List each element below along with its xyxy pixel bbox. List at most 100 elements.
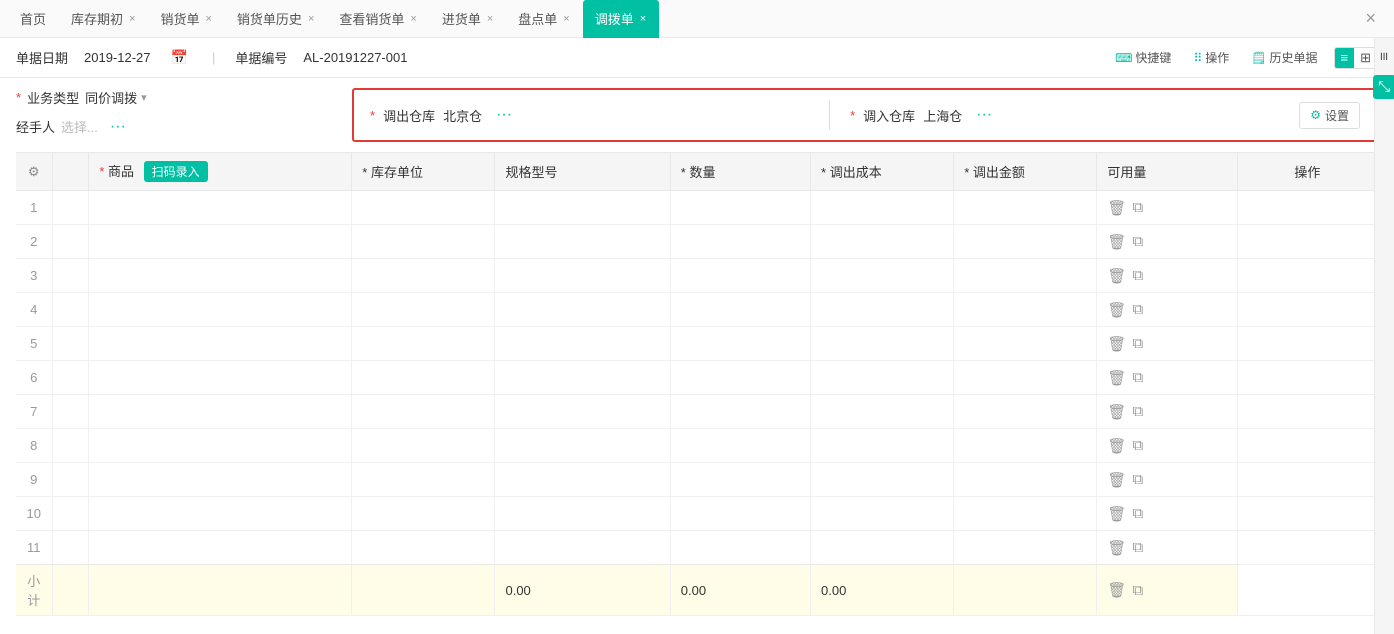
tab-view-sales[interactable]: 查看销货单 × bbox=[327, 0, 429, 38]
subtotal-delete-icon[interactable]: 🗑 bbox=[1107, 581, 1126, 599]
operation-btn[interactable]: ⠿ 操作 bbox=[1187, 46, 1235, 69]
row-product[interactable] bbox=[52, 293, 89, 327]
tab-close-transfer[interactable]: × bbox=[640, 13, 646, 25]
row-cost[interactable] bbox=[670, 225, 810, 259]
row-unit[interactable] bbox=[89, 327, 352, 361]
tab-sales-history[interactable]: 销货单历史 × bbox=[225, 0, 327, 38]
copy-icon[interactable]: ⧉ bbox=[1132, 199, 1143, 216]
row-amount[interactable] bbox=[811, 395, 954, 429]
delete-icon[interactable]: 🗑 bbox=[1107, 437, 1126, 455]
row-product[interactable] bbox=[52, 429, 89, 463]
calendar-icon[interactable]: 📅 bbox=[171, 49, 188, 66]
tab-close-sales-history[interactable]: × bbox=[308, 13, 314, 25]
row-qty[interactable] bbox=[495, 259, 670, 293]
scan-btn[interactable]: 扫码录入 bbox=[144, 161, 208, 182]
copy-icon[interactable]: ⧉ bbox=[1132, 539, 1143, 556]
subtotal-copy-icon[interactable]: ⧉ bbox=[1132, 582, 1143, 599]
out-warehouse-more-btn[interactable]: ··· bbox=[496, 106, 512, 124]
row-spec[interactable] bbox=[352, 497, 495, 531]
delete-icon[interactable]: 🗑 bbox=[1107, 539, 1126, 557]
settings-btn[interactable]: ⚙ 设置 bbox=[1299, 102, 1360, 129]
copy-icon[interactable]: ⧉ bbox=[1132, 505, 1143, 522]
row-spec[interactable] bbox=[352, 463, 495, 497]
tab-close-inventory-init[interactable]: × bbox=[129, 13, 135, 25]
row-cost[interactable] bbox=[670, 463, 810, 497]
copy-icon[interactable]: ⧉ bbox=[1132, 233, 1143, 250]
row-qty[interactable] bbox=[495, 497, 670, 531]
delete-icon[interactable]: 🗑 bbox=[1107, 335, 1126, 353]
delete-icon[interactable]: 🗑 bbox=[1107, 233, 1126, 251]
tab-purchase[interactable]: 进货单 × bbox=[430, 0, 506, 38]
row-product[interactable] bbox=[52, 463, 89, 497]
sidebar-expand-icon[interactable]: ⤢ bbox=[1373, 75, 1394, 99]
row-unit[interactable] bbox=[89, 225, 352, 259]
copy-icon[interactable]: ⧉ bbox=[1132, 471, 1143, 488]
business-type-select[interactable]: 同价调拨 ▾ bbox=[85, 88, 147, 107]
row-cost[interactable] bbox=[670, 327, 810, 361]
tab-inventory-check[interactable]: 盘点单 × bbox=[506, 0, 582, 38]
row-product[interactable] bbox=[52, 259, 89, 293]
delete-icon[interactable]: 🗑 bbox=[1107, 199, 1126, 217]
tab-home[interactable]: 首页 bbox=[8, 0, 59, 38]
delete-icon[interactable]: 🗑 bbox=[1107, 369, 1126, 387]
row-qty[interactable] bbox=[495, 361, 670, 395]
row-amount[interactable] bbox=[811, 463, 954, 497]
tab-close-inventory-check[interactable]: × bbox=[563, 13, 569, 25]
row-cost[interactable] bbox=[670, 361, 810, 395]
row-spec[interactable] bbox=[352, 327, 495, 361]
row-spec[interactable] bbox=[352, 293, 495, 327]
row-unit[interactable] bbox=[89, 429, 352, 463]
row-unit[interactable] bbox=[89, 395, 352, 429]
row-spec[interactable] bbox=[352, 361, 495, 395]
row-cost[interactable] bbox=[670, 191, 810, 225]
row-spec[interactable] bbox=[352, 259, 495, 293]
close-window-btn[interactable]: × bbox=[1355, 8, 1386, 29]
row-spec[interactable] bbox=[352, 225, 495, 259]
row-amount[interactable] bbox=[811, 497, 954, 531]
row-unit[interactable] bbox=[89, 293, 352, 327]
row-spec[interactable] bbox=[352, 429, 495, 463]
row-cost[interactable] bbox=[670, 531, 810, 565]
copy-icon[interactable]: ⧉ bbox=[1132, 403, 1143, 420]
row-spec[interactable] bbox=[352, 531, 495, 565]
row-amount[interactable] bbox=[811, 225, 954, 259]
row-unit[interactable] bbox=[89, 361, 352, 395]
row-amount[interactable] bbox=[811, 293, 954, 327]
view-list-btn[interactable]: ≡ bbox=[1335, 48, 1355, 68]
sidebar-list-icon[interactable]: ≡ bbox=[1372, 48, 1394, 65]
shortcut-btn[interactable]: ⌨ 快捷键 bbox=[1109, 46, 1177, 69]
delete-icon[interactable]: 🗑 bbox=[1107, 505, 1126, 523]
row-spec[interactable] bbox=[352, 395, 495, 429]
row-unit[interactable] bbox=[89, 259, 352, 293]
delete-icon[interactable]: 🗑 bbox=[1107, 301, 1126, 319]
tab-inventory-init[interactable]: 库存期初 × bbox=[59, 0, 148, 38]
row-unit[interactable] bbox=[89, 531, 352, 565]
row-qty[interactable] bbox=[495, 327, 670, 361]
history-btn[interactable]: 🗒 历史单据 bbox=[1245, 46, 1323, 69]
row-qty[interactable] bbox=[495, 531, 670, 565]
copy-icon[interactable]: ⧉ bbox=[1132, 301, 1143, 318]
tab-transfer[interactable]: 调拨单 × bbox=[583, 0, 659, 38]
tab-close-sales[interactable]: × bbox=[205, 13, 211, 25]
row-product[interactable] bbox=[52, 395, 89, 429]
delete-icon[interactable]: 🗑 bbox=[1107, 267, 1126, 285]
tab-sales[interactable]: 销货单 × bbox=[148, 0, 224, 38]
row-amount[interactable] bbox=[811, 191, 954, 225]
delete-icon[interactable]: 🗑 bbox=[1107, 403, 1126, 421]
row-product[interactable] bbox=[52, 531, 89, 565]
copy-icon[interactable]: ⧉ bbox=[1132, 267, 1143, 284]
row-product[interactable] bbox=[52, 225, 89, 259]
copy-icon[interactable]: ⧉ bbox=[1132, 335, 1143, 352]
person-more-btn[interactable]: ··· bbox=[110, 118, 126, 136]
row-amount[interactable] bbox=[811, 361, 954, 395]
row-cost[interactable] bbox=[670, 395, 810, 429]
in-warehouse-more-btn[interactable]: ··· bbox=[976, 106, 992, 124]
row-qty[interactable] bbox=[495, 463, 670, 497]
row-product[interactable] bbox=[52, 191, 89, 225]
row-amount[interactable] bbox=[811, 259, 954, 293]
th-gear[interactable]: ⚙ bbox=[16, 153, 52, 191]
delete-icon[interactable]: 🗑 bbox=[1107, 471, 1126, 489]
copy-icon[interactable]: ⧉ bbox=[1132, 369, 1143, 386]
row-cost[interactable] bbox=[670, 429, 810, 463]
row-product[interactable] bbox=[52, 497, 89, 531]
